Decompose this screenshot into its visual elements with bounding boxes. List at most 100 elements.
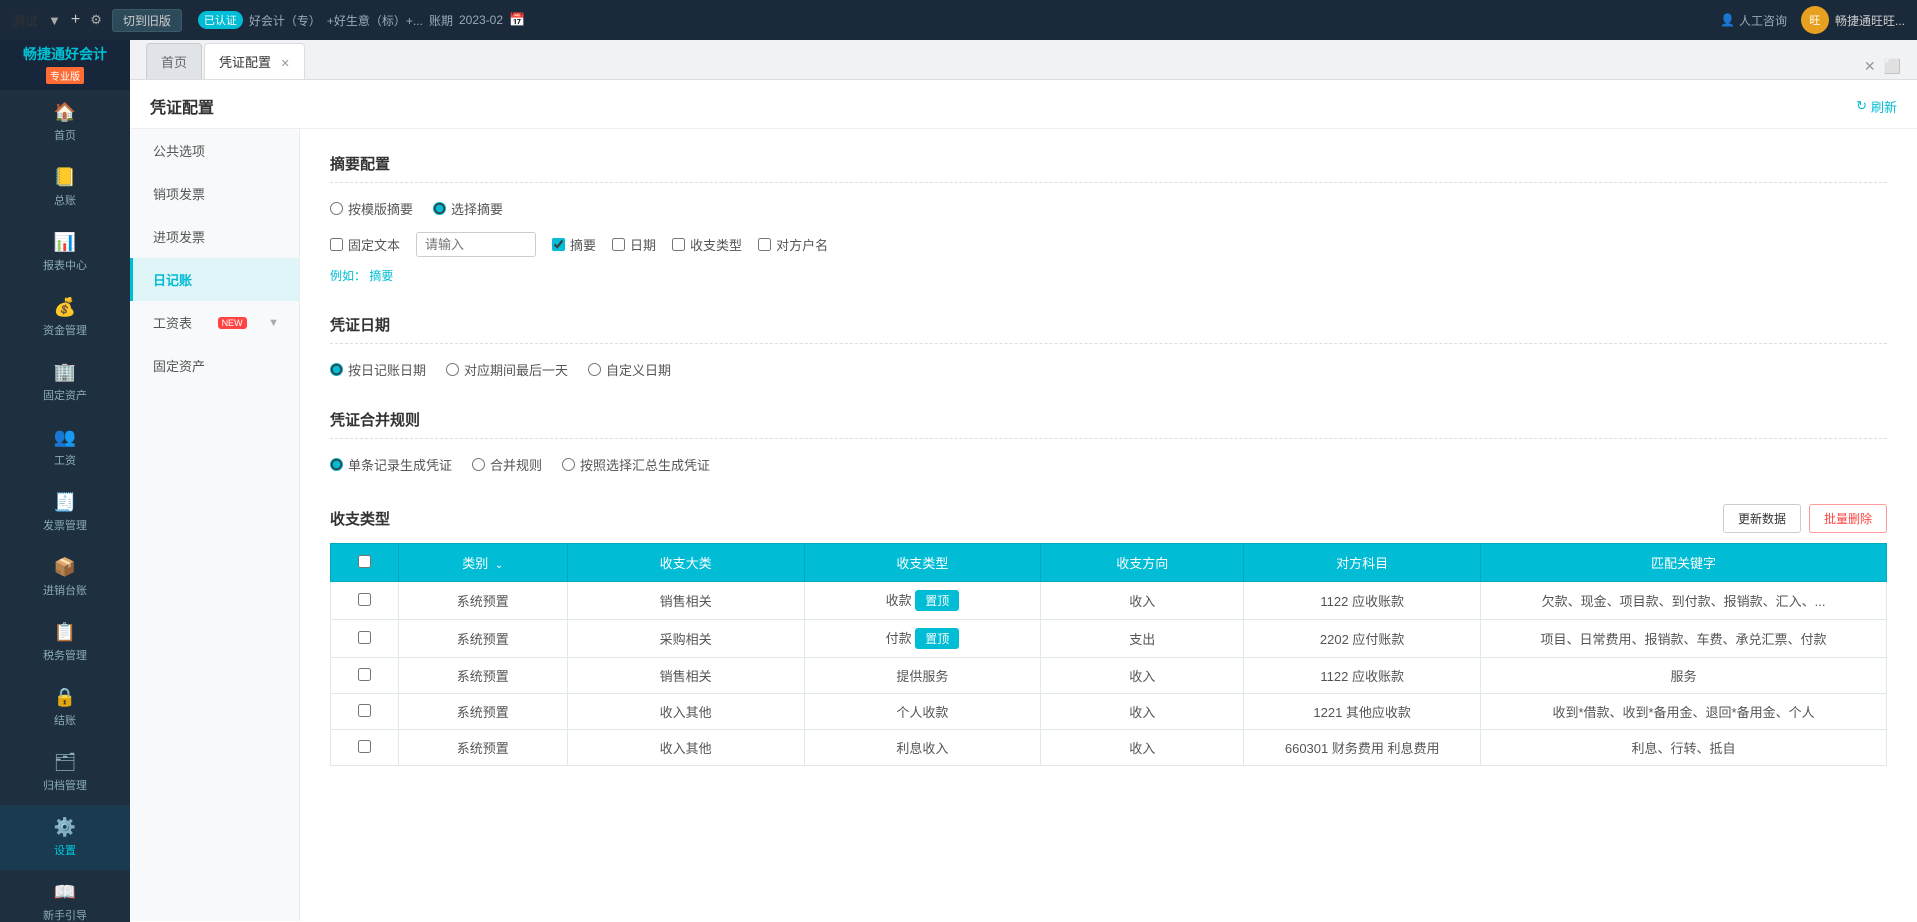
sidebar-item-tax[interactable]: 📋 税务管理 — [0, 610, 130, 675]
row-checkbox-0[interactable] — [358, 593, 371, 606]
select-all-checkbox[interactable] — [358, 555, 371, 568]
th-account: 对方科目 — [1244, 544, 1481, 582]
radio-period-end[interactable]: 对应期间最后一天 — [446, 360, 568, 379]
checkbox-counterparty[interactable]: 对方户名 — [758, 235, 828, 254]
radio-summary-input[interactable] — [562, 458, 575, 471]
tag-btn-1[interactable]: 置顶 — [915, 628, 959, 649]
left-nav-payroll[interactable]: 工资表 NEW ▼ — [130, 301, 299, 344]
checkbox-date[interactable]: 日期 — [612, 235, 656, 254]
fixed-text-input[interactable] — [416, 232, 536, 257]
calendar-icon[interactable]: 📅 — [509, 12, 525, 28]
th-account-label: 对方科目 — [1336, 556, 1388, 571]
counterparty-checkbox[interactable] — [758, 238, 771, 251]
left-nav-fixed-assets[interactable]: 固定资产 — [130, 344, 299, 387]
radio-journal-date[interactable]: 按日记账日期 — [330, 360, 426, 379]
sidebar-item-guide[interactable]: 📖 新手引导 — [0, 870, 130, 922]
radio-summary[interactable]: 按照选择汇总生成凭证 — [562, 455, 710, 474]
refresh-icon: ↻ — [1856, 98, 1867, 114]
row-checkbox-cell[interactable] — [331, 694, 399, 730]
sidebar-item-invoices[interactable]: 🧾 发票管理 — [0, 480, 130, 545]
tab-action-close[interactable]: ✕ — [1864, 58, 1876, 75]
fixed-text-label: 固定文本 — [348, 235, 400, 254]
checkbox-income-type[interactable]: 收支类型 — [672, 235, 742, 254]
radio-custom-date[interactable]: 自定义日期 — [588, 360, 671, 379]
date-checkbox[interactable] — [612, 238, 625, 251]
sidebar-item-ledger[interactable]: 📒 总账 — [0, 155, 130, 220]
left-nav-journal[interactable]: 日记账 — [130, 258, 299, 301]
radio-template-label: 按模版摘要 — [348, 199, 413, 218]
row-checkbox-cell[interactable] — [331, 730, 399, 766]
radio-custom-date-input[interactable] — [588, 363, 601, 376]
th-type: 收支类型 — [804, 544, 1041, 582]
help-button[interactable]: 👤 人工咨询 — [1720, 12, 1787, 29]
sidebar-item-close[interactable]: 🔒 结账 — [0, 675, 130, 740]
topbar-title: 测试 — [12, 11, 38, 30]
update-data-button[interactable]: 更新数据 — [1723, 504, 1801, 533]
refresh-button[interactable]: ↻ 刷新 — [1856, 97, 1897, 116]
radio-single[interactable]: 单条记录生成凭证 — [330, 455, 452, 474]
row-category-2: 系统预置 — [398, 658, 567, 694]
checkbox-fixed-text[interactable]: 固定文本 — [330, 235, 400, 254]
period-label: 账期 — [429, 12, 453, 29]
radio-template-summary[interactable]: 按模版摘要 — [330, 199, 413, 218]
config-layout: 公共选项 销项发票 进项发票 日记账 工资表 NEW — [130, 129, 1917, 921]
sidebar-item-assets[interactable]: 🏢 固定资产 — [0, 350, 130, 415]
th-select-all[interactable] — [331, 544, 399, 582]
th-keywords: 匹配关键字 — [1481, 544, 1887, 582]
app-text2: +好生意（标）+... — [327, 12, 423, 29]
ledger-icon: 📒 — [54, 167, 76, 188]
checkbox-summary[interactable]: 摘要 — [552, 235, 596, 254]
tab-close-icon[interactable]: ✕ — [281, 58, 290, 70]
sidebar-home-label: 首页 — [54, 127, 76, 143]
tab-home[interactable]: 首页 — [146, 43, 202, 79]
left-nav-purchase-invoice[interactable]: 进项发票 — [130, 215, 299, 258]
sidebar-item-purchase[interactable]: 📦 进销台账 — [0, 545, 130, 610]
row-type-2: 提供服务 — [804, 658, 1041, 694]
row-checkbox-cell[interactable] — [331, 658, 399, 694]
row-checkbox-cell[interactable] — [331, 620, 399, 658]
radio-period-end-input[interactable] — [446, 363, 459, 376]
page-content: 凭证配置 ↻ 刷新 公共选项 销项发票 进项发票 — [130, 80, 1917, 922]
left-nav-public[interactable]: 公共选项 — [130, 129, 299, 172]
tab-home-label: 首页 — [161, 55, 187, 70]
switch-version-button[interactable]: 切到旧版 — [112, 9, 182, 32]
row-checkbox-3[interactable] — [358, 704, 371, 717]
radio-journal-date-input[interactable] — [330, 363, 343, 376]
gear-icon[interactable]: ⚙ — [90, 12, 102, 28]
voucher-date-title: 凭证日期 — [330, 314, 1887, 344]
tag-btn-0[interactable]: 置顶 — [915, 590, 959, 611]
radio-select-summary[interactable]: 选择摘要 — [433, 199, 503, 218]
fixed-text-checkbox[interactable] — [330, 238, 343, 251]
row-checkbox-cell[interactable] — [331, 582, 399, 620]
sidebar-item-salary[interactable]: 👥 工资 — [0, 415, 130, 480]
row-major-type-4: 收入其他 — [567, 730, 804, 766]
row-type-4: 利息收入 — [804, 730, 1041, 766]
summary-checkbox[interactable] — [552, 238, 565, 251]
table-section-title: 收支类型 — [330, 508, 390, 529]
radio-select-input[interactable] — [433, 202, 446, 215]
radio-merge[interactable]: 合并规则 — [472, 455, 542, 474]
user-menu[interactable]: 旺 畅捷通旺旺... — [1801, 6, 1905, 34]
sidebar-invoices-label: 发票管理 — [43, 517, 87, 533]
radio-merge-input[interactable] — [472, 458, 485, 471]
income-type-checkbox[interactable] — [672, 238, 685, 251]
radio-single-input[interactable] — [330, 458, 343, 471]
summary-checkbox-label: 摘要 — [570, 235, 596, 254]
row-checkbox-1[interactable] — [358, 631, 371, 644]
tab-voucher-config[interactable]: 凭证配置 ✕ — [204, 43, 305, 79]
sidebar-item-funds[interactable]: 💰 资金管理 — [0, 285, 130, 350]
sidebar-item-settings[interactable]: ⚙️ 设置 — [0, 805, 130, 870]
batch-delete-button[interactable]: 批量删除 — [1809, 504, 1887, 533]
sidebar-ledger-label: 总账 — [54, 192, 76, 208]
sidebar-tax-label: 税务管理 — [43, 647, 87, 663]
sidebar-item-reports[interactable]: 📊 报表中心 — [0, 220, 130, 285]
radio-template-input[interactable] — [330, 202, 343, 215]
add-icon[interactable]: + — [71, 11, 80, 29]
sidebar-item-home[interactable]: 🏠 首页 — [0, 90, 130, 155]
row-checkbox-2[interactable] — [358, 668, 371, 681]
tab-action-maximize[interactable]: ⬜ — [1884, 58, 1901, 75]
row-checkbox-4[interactable] — [358, 740, 371, 753]
left-nav-sales-invoice[interactable]: 销项发票 — [130, 172, 299, 215]
sidebar-item-archive[interactable]: 🗂 归档管理 — [0, 740, 130, 805]
dropdown-arrow[interactable]: ▼ — [48, 13, 61, 28]
